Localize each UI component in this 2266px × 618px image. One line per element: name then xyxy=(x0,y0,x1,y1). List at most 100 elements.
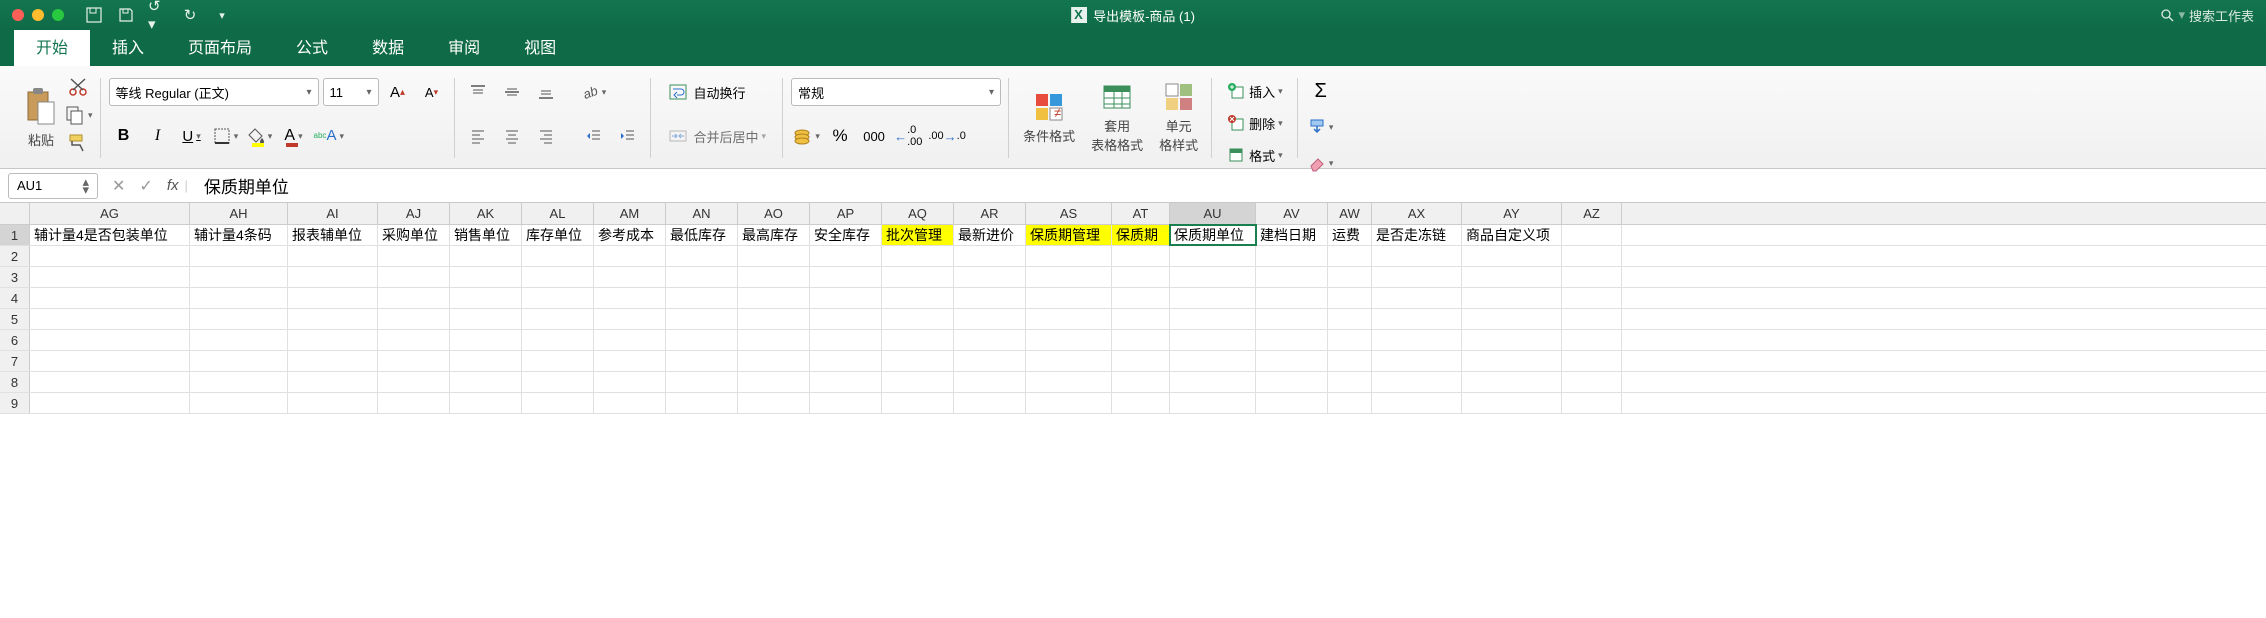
cell-AG9[interactable] xyxy=(30,393,190,413)
cell-AH7[interactable] xyxy=(190,351,288,371)
cell-AK8[interactable] xyxy=(450,372,522,392)
cell-AS5[interactable] xyxy=(1026,309,1112,329)
cell-AT1[interactable]: 保质期 xyxy=(1112,225,1170,245)
column-header-AN[interactable]: AN xyxy=(666,203,738,224)
cell-AW5[interactable] xyxy=(1328,309,1372,329)
cell-AX3[interactable] xyxy=(1372,267,1462,287)
cell-AI5[interactable] xyxy=(288,309,378,329)
cell-AZ3[interactable] xyxy=(1562,267,1622,287)
cell-AZ1[interactable] xyxy=(1562,225,1622,245)
font-size-select[interactable]: 11▾ xyxy=(323,78,379,106)
tab-data[interactable]: 数据 xyxy=(350,26,426,66)
cell-AO8[interactable] xyxy=(738,372,810,392)
cell-AR2[interactable] xyxy=(954,246,1026,266)
cell-AH1[interactable]: 辅计量4条码 xyxy=(190,225,288,245)
decrease-font-button[interactable]: A▾ xyxy=(417,77,447,107)
cell-AS3[interactable] xyxy=(1026,267,1112,287)
cell-AR6[interactable] xyxy=(954,330,1026,350)
cell-AQ5[interactable] xyxy=(882,309,954,329)
cell-AM4[interactable] xyxy=(594,288,666,308)
cell-AT3[interactable] xyxy=(1112,267,1170,287)
column-header-AT[interactable]: AT xyxy=(1112,203,1170,224)
cell-AL9[interactable] xyxy=(522,393,594,413)
decrease-decimal-button[interactable]: .00→.0 xyxy=(927,121,966,151)
percent-button[interactable]: % xyxy=(825,121,855,151)
cell-AM9[interactable] xyxy=(594,393,666,413)
cell-AP9[interactable] xyxy=(810,393,882,413)
cell-AG7[interactable] xyxy=(30,351,190,371)
cell-AP8[interactable] xyxy=(810,372,882,392)
cell-AO6[interactable] xyxy=(738,330,810,350)
cell-AN7[interactable] xyxy=(666,351,738,371)
close-window-button[interactable] xyxy=(12,9,24,21)
cell-AU4[interactable] xyxy=(1170,288,1256,308)
cell-AJ9[interactable] xyxy=(378,393,450,413)
cell-AW9[interactable] xyxy=(1328,393,1372,413)
comma-button[interactable]: 000 xyxy=(859,121,889,151)
cell-AZ7[interactable] xyxy=(1562,351,1622,371)
zoom-window-button[interactable] xyxy=(52,9,64,21)
tab-review[interactable]: 审阅 xyxy=(426,26,502,66)
merge-center-button[interactable]: 合并后居中 xyxy=(659,121,776,151)
cell-AT8[interactable] xyxy=(1112,372,1170,392)
column-header-AK[interactable]: AK xyxy=(450,203,522,224)
cell-AP4[interactable] xyxy=(810,288,882,308)
cell-AZ8[interactable] xyxy=(1562,372,1622,392)
underline-button[interactable]: U xyxy=(177,121,207,151)
fill-color-button[interactable] xyxy=(245,121,275,151)
cell-AH3[interactable] xyxy=(190,267,288,287)
cell-AY9[interactable] xyxy=(1462,393,1562,413)
cell-AJ2[interactable] xyxy=(378,246,450,266)
clear-button[interactable] xyxy=(1306,148,1336,178)
increase-decimal-button[interactable]: ←.0.00 xyxy=(893,121,923,151)
cell-AU6[interactable] xyxy=(1170,330,1256,350)
cell-AT7[interactable] xyxy=(1112,351,1170,371)
cell-AK4[interactable] xyxy=(450,288,522,308)
cell-AQ7[interactable] xyxy=(882,351,954,371)
fx-icon[interactable]: fx xyxy=(167,177,179,194)
align-top-button[interactable] xyxy=(463,77,493,107)
cell-style-button[interactable]: 单元 格样式 xyxy=(1153,70,1204,164)
align-left-button[interactable] xyxy=(463,121,493,151)
cell-AP7[interactable] xyxy=(810,351,882,371)
cell-AY7[interactable] xyxy=(1462,351,1562,371)
cell-AO1[interactable]: 最高库存 xyxy=(738,225,810,245)
cell-AR8[interactable] xyxy=(954,372,1026,392)
increase-font-button[interactable]: A▴ xyxy=(383,77,413,107)
cell-AL3[interactable] xyxy=(522,267,594,287)
tab-page-layout[interactable]: 页面布局 xyxy=(166,26,274,66)
cell-AK9[interactable] xyxy=(450,393,522,413)
cell-AU1[interactable]: 保质期单位 xyxy=(1170,225,1256,245)
cell-AJ6[interactable] xyxy=(378,330,450,350)
cell-AT2[interactable] xyxy=(1112,246,1170,266)
cell-AX8[interactable] xyxy=(1372,372,1462,392)
cell-AH4[interactable] xyxy=(190,288,288,308)
copy-icon[interactable]: ▾ xyxy=(64,104,93,126)
cell-AU3[interactable] xyxy=(1170,267,1256,287)
column-header-AS[interactable]: AS xyxy=(1026,203,1112,224)
column-header-AZ[interactable]: AZ xyxy=(1562,203,1622,224)
cell-AG4[interactable] xyxy=(30,288,190,308)
row-header-3[interactable]: 3 xyxy=(0,267,30,287)
cell-AJ1[interactable]: 采购单位 xyxy=(378,225,450,245)
cell-AV2[interactable] xyxy=(1256,246,1328,266)
cell-AY4[interactable] xyxy=(1462,288,1562,308)
cell-AP6[interactable] xyxy=(810,330,882,350)
cell-AH2[interactable] xyxy=(190,246,288,266)
format-painter-icon[interactable] xyxy=(64,132,93,154)
cell-AZ5[interactable] xyxy=(1562,309,1622,329)
cell-AV6[interactable] xyxy=(1256,330,1328,350)
cell-AH5[interactable] xyxy=(190,309,288,329)
column-header-AJ[interactable]: AJ xyxy=(378,203,450,224)
bold-button[interactable]: B xyxy=(109,121,139,151)
undo-icon[interactable]: ↺ ▾ xyxy=(148,5,168,25)
row-header-9[interactable]: 9 xyxy=(0,393,30,413)
increase-indent-button[interactable] xyxy=(613,121,643,151)
cell-AR5[interactable] xyxy=(954,309,1026,329)
cell-AQ4[interactable] xyxy=(882,288,954,308)
cell-AR3[interactable] xyxy=(954,267,1026,287)
cell-AO4[interactable] xyxy=(738,288,810,308)
cancel-formula-button[interactable]: ✕ xyxy=(112,176,125,196)
cell-AQ9[interactable] xyxy=(882,393,954,413)
cell-AI7[interactable] xyxy=(288,351,378,371)
